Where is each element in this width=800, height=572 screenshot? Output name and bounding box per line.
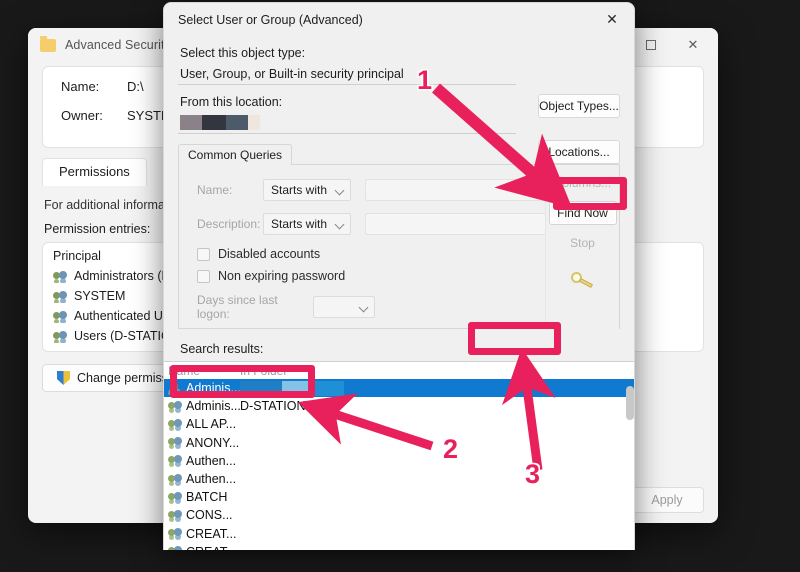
stop-button[interactable]: Stop: [549, 231, 617, 255]
column-in-folder: In Folder: [240, 364, 288, 378]
group-icon: [168, 400, 183, 413]
description-query-input[interactable]: [365, 213, 547, 235]
close-icon[interactable]: ✕: [590, 3, 634, 36]
user-icon: [168, 381, 183, 395]
chevron-down-icon: [334, 219, 345, 230]
result-name: Authen...: [186, 453, 237, 468]
group-icon: [168, 545, 183, 550]
dialog-titlebar: Select User or Group (Advanced) ✕: [164, 3, 634, 36]
days-since-last-logon-select[interactable]: [313, 296, 375, 318]
query-side-buttons: Columns... Find Now Stop: [545, 165, 619, 330]
additional-info-note-left: For additional informa: [44, 198, 165, 212]
list-item[interactable]: ANONY...: [164, 434, 634, 452]
results-header: Name In Folder: [164, 362, 634, 379]
non-expiring-password-label: Non expiring password: [218, 269, 346, 283]
result-name: CREAT...: [186, 545, 236, 550]
result-name: Authen...: [186, 472, 237, 487]
group-icon: [168, 491, 183, 504]
result-name: CONS...: [186, 508, 233, 523]
user-group-icon: [53, 330, 68, 343]
list-item[interactable]: Authen...: [164, 470, 634, 488]
principal-value: SYSTEM: [74, 289, 126, 303]
shield-icon: [57, 371, 70, 385]
list-item[interactable]: BATCH: [164, 488, 634, 506]
result-folder: D-STATION: [240, 399, 306, 414]
dialog-title: Select User or Group (Advanced): [178, 12, 363, 27]
scrollbar-thumb[interactable]: [626, 386, 634, 420]
group-icon: [168, 509, 183, 522]
maximize-icon[interactable]: [630, 29, 672, 61]
non-expiring-password-checkbox[interactable]: [197, 269, 210, 283]
user-group-icon: [53, 290, 68, 303]
disabled-accounts-label: Disabled accounts: [218, 247, 321, 261]
result-name: ALL AP...: [186, 417, 237, 432]
user-group-icon: [53, 270, 68, 283]
disabled-accounts-checkbox[interactable]: [197, 247, 210, 261]
group-icon: [168, 436, 183, 449]
name-query-input[interactable]: [365, 179, 547, 201]
result-name: Adminis...: [186, 399, 241, 414]
column-name: Name: [168, 364, 201, 378]
description-operator-select[interactable]: Starts with: [263, 213, 351, 235]
chevron-down-icon: [358, 302, 369, 313]
dialog-body: Select this object type: User, Group, or…: [164, 36, 634, 385]
annotation-number-1: 1: [417, 65, 433, 95]
group-icon: [168, 527, 183, 540]
redacted-location-value: [180, 115, 260, 130]
list-item[interactable]: Adminis... D-STATION: [164, 397, 634, 415]
group-icon: [168, 418, 183, 431]
apply-button[interactable]: Apply: [630, 487, 704, 513]
group-icon: [168, 454, 183, 467]
results-scrollbar[interactable]: [626, 386, 634, 546]
common-queries-group: Common Queries Name: Starts with Descrip…: [178, 144, 620, 330]
administrators-result-row[interactable]: Adminis...: [164, 379, 634, 398]
chevron-down-icon: [334, 185, 345, 196]
name-query-label: Name:: [197, 183, 233, 197]
close-icon[interactable]: ✕: [672, 29, 714, 61]
list-item[interactable]: ALL AP...: [164, 415, 634, 433]
location-field[interactable]: [178, 112, 516, 134]
name-label: Name:: [61, 79, 100, 94]
result-name: CREAT...: [186, 526, 237, 541]
description-operator-value: Starts with: [271, 217, 328, 231]
object-type-label: Select this object type:: [180, 46, 306, 60]
result-name: Adminis...: [186, 381, 241, 396]
description-query-label: Description:: [197, 217, 261, 231]
annotation-number-2: 2: [443, 434, 459, 464]
list-item[interactable]: CONS...: [164, 506, 634, 524]
common-queries-panel: Name: Starts with Description: Starts wi…: [178, 164, 620, 330]
user-group-icon: [53, 310, 68, 323]
find-now-button[interactable]: Find Now: [548, 201, 617, 225]
search-results-list[interactable]: Name In Folder Adminis... Adminis... D-S…: [164, 361, 634, 550]
owner-label: Owner:: [61, 108, 103, 123]
days-since-last-logon-label: Days since last logon:: [197, 293, 278, 321]
name-operator-select[interactable]: Starts with: [263, 179, 351, 201]
list-item[interactable]: CREAT...: [164, 543, 634, 550]
list-item[interactable]: Authen...: [164, 452, 634, 470]
result-name: BATCH: [186, 490, 228, 505]
tab-permissions[interactable]: Permissions: [42, 158, 147, 186]
tab-common-queries[interactable]: Common Queries: [178, 144, 293, 165]
result-name: ANONY...: [186, 435, 240, 450]
search-results-label: Search results:: [180, 342, 264, 356]
redacted-folder-value: [240, 380, 344, 396]
folder-icon: [40, 35, 56, 52]
window-controls: ✕: [630, 29, 714, 61]
name-operator-value: Starts with: [271, 183, 328, 197]
magnifier-icon: [570, 271, 596, 293]
principal-value: Administrators (D-: [74, 269, 175, 283]
annotation-number-3: 3: [525, 459, 541, 489]
group-icon: [168, 473, 183, 486]
list-item[interactable]: CREAT...: [164, 525, 634, 543]
object-types-button[interactable]: Object Types...: [538, 94, 620, 118]
object-type-value: User, Group, or Built-in security princi…: [178, 63, 516, 85]
select-user-or-group-dialog: Select User or Group (Advanced) ✕ Select…: [163, 2, 635, 550]
columns-button[interactable]: Columns...: [549, 171, 617, 195]
name-value: D:\: [127, 79, 144, 94]
